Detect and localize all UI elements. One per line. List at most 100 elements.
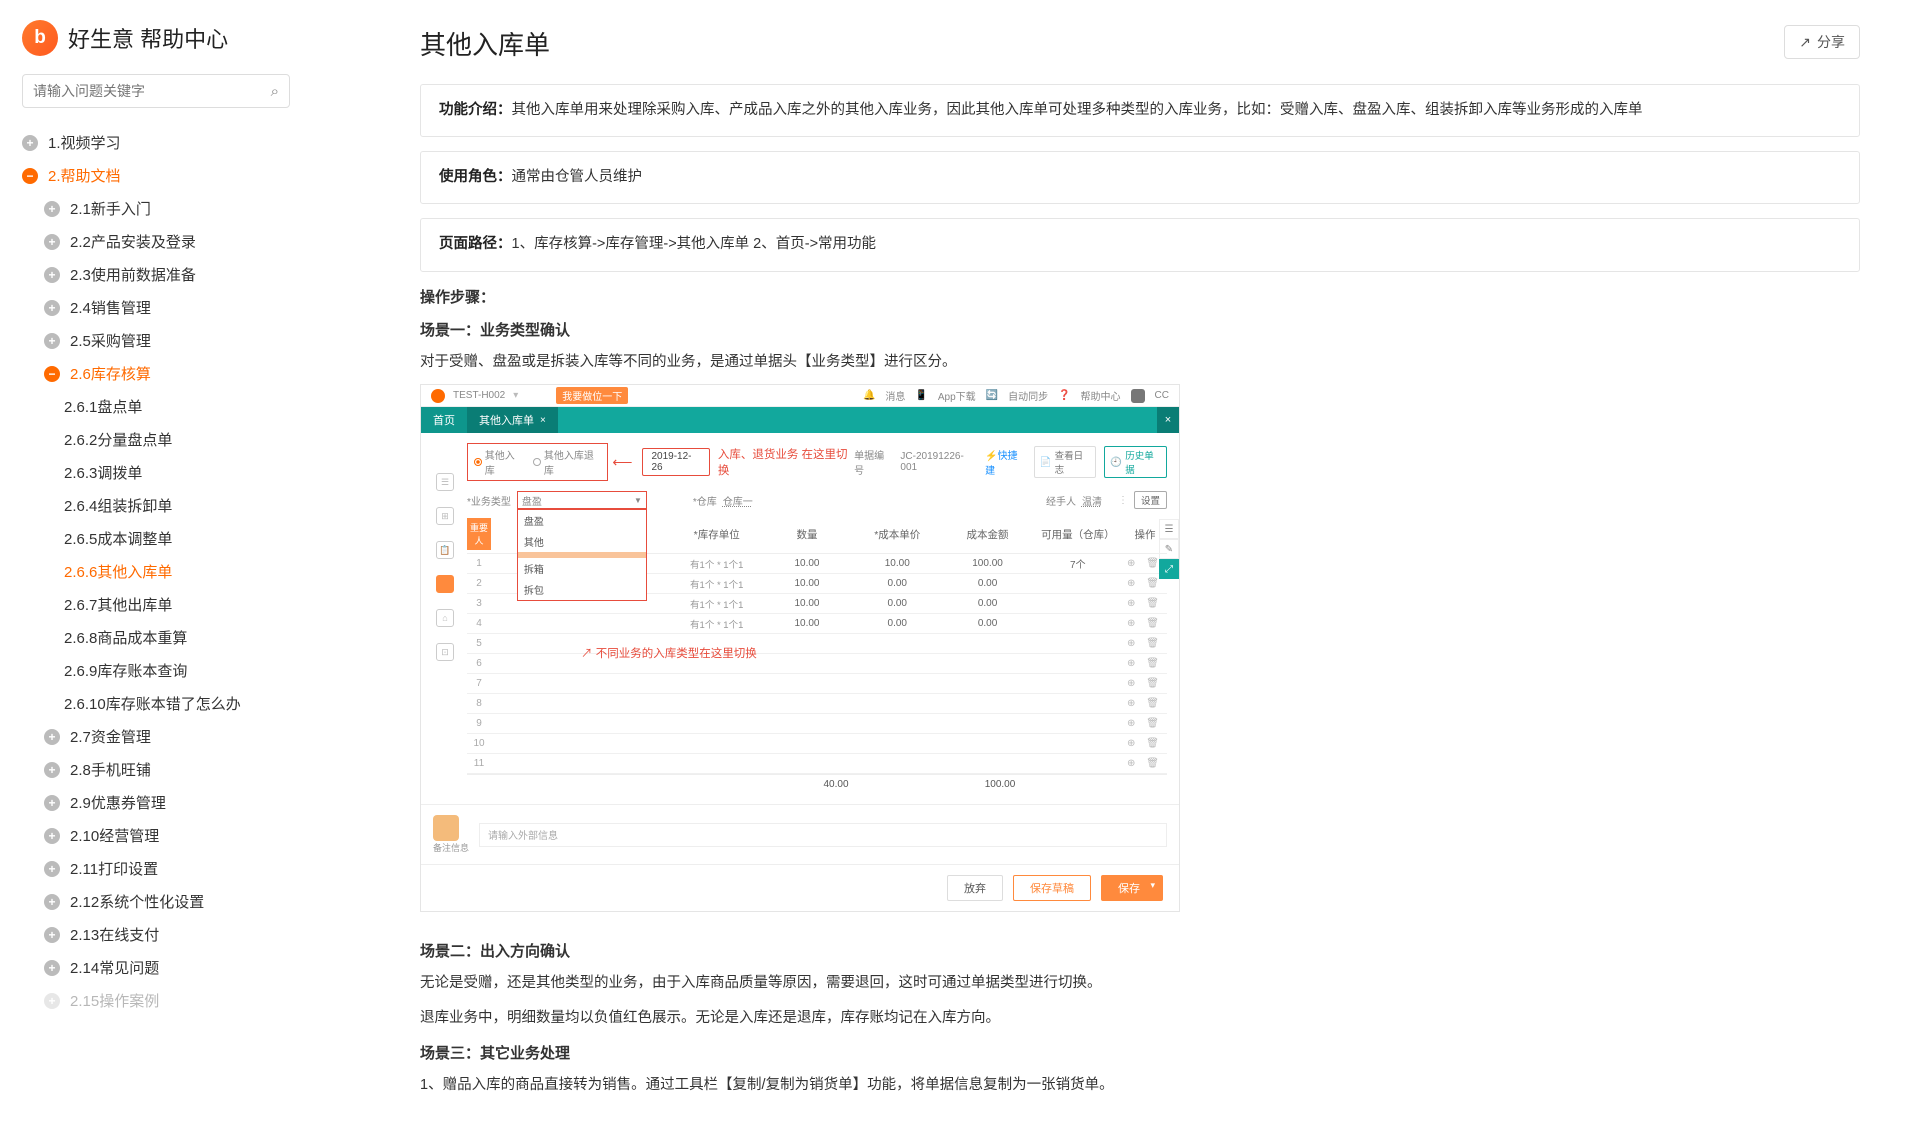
- nav-item-help-docs[interactable]: 2.帮助文档: [22, 159, 290, 192]
- table-row-empty: 5⊕ 🗑: [467, 634, 1167, 654]
- share-button[interactable]: ↗ 分享: [1784, 25, 1860, 59]
- table-row-empty: 8⊕ 🗑: [467, 694, 1167, 714]
- mock-footer: 放弃 保存草稿 保存: [421, 864, 1179, 911]
- nav-item[interactable]: 2.10经营管理: [22, 819, 290, 852]
- draft-button[interactable]: 保存草稿: [1013, 875, 1091, 901]
- warehouse-value[interactable]: 仓库一: [723, 493, 753, 508]
- nav-item[interactable]: 2.8手机旺铺: [22, 753, 290, 786]
- app-icon: 📱: [915, 390, 927, 401]
- nav-item[interactable]: 2.11打印设置: [22, 852, 290, 885]
- tool-icon-active[interactable]: [436, 575, 454, 593]
- mock-tab-active[interactable]: 其他入库单×: [467, 407, 558, 433]
- biz-type-select[interactable]: 盘盈 ▼ 盘盈 其他 拆箱 拆包: [517, 491, 647, 509]
- nav-item[interactable]: 2.9优惠券管理: [22, 786, 290, 819]
- nav-item[interactable]: 2.7资金管理: [22, 720, 290, 753]
- bill-type-radio-group: 其他入库 其他入库退库: [467, 443, 608, 481]
- warehouse-label: *仓库: [693, 493, 717, 508]
- dropdown-option[interactable]: 盘盈: [518, 510, 646, 531]
- dropdown-option[interactable]: 拆箱: [518, 558, 646, 579]
- table-row-empty: 6⊕ 🗑: [467, 654, 1167, 674]
- nav-item-video[interactable]: 1.视频学习: [22, 126, 290, 159]
- nav-item[interactable]: 2.5采购管理: [22, 324, 290, 357]
- sync-icon: 🔄: [986, 390, 998, 401]
- scene2-title: 场景二：出入方向确认: [420, 940, 1860, 961]
- nav-item[interactable]: 2.12系统个性化设置: [22, 885, 290, 918]
- nav-item[interactable]: 2.2产品安装及登录: [22, 225, 290, 258]
- date-field[interactable]: 2019-12-26: [642, 448, 709, 476]
- role-box: 使用角色：通常由仓管人员维护: [420, 151, 1860, 204]
- nav-item[interactable]: 2.4销售管理: [22, 291, 290, 324]
- th: *库存单位: [672, 527, 762, 542]
- remark-icon: [433, 815, 459, 841]
- remark-input[interactable]: 请输入外部信息: [479, 823, 1167, 847]
- side-icon-active[interactable]: ⤢: [1159, 559, 1179, 579]
- mock-tab-home[interactable]: 首页: [421, 407, 467, 433]
- nav-leaf[interactable]: 2.6.4组装拆卸单: [22, 489, 290, 522]
- nav-leaf[interactable]: 2.6.2分量盘点单: [22, 423, 290, 456]
- dropdown-option[interactable]: 拆包: [518, 579, 646, 600]
- mock-left-toolbar: ☰ ⊞ 📋 ⌂ ⊡: [433, 443, 457, 794]
- avatar: [1131, 389, 1145, 403]
- path-text: 1、库存核算->库存管理->其他入库单 2、首页->常用功能: [512, 236, 877, 252]
- embedded-screenshot: TEST-H002 ▾ 我要做位一下 🔔消息 📱App下载 🔄自动同步 ❓帮助中…: [420, 384, 1180, 912]
- search-input[interactable]: [33, 83, 271, 99]
- tool-icon[interactable]: ☰: [436, 473, 454, 491]
- nav-leaf[interactable]: 2.6.5成本调整单: [22, 522, 290, 555]
- role-label: 使用角色：: [439, 169, 512, 185]
- intro-box: 功能介绍：其他入库单用来处理除采购入库、产成品入库之外的其他入库业务，因此其他入…: [420, 84, 1860, 137]
- nav-item[interactable]: 2.3使用前数据准备: [22, 258, 290, 291]
- table-row-empty: 7⊕ 🗑: [467, 674, 1167, 694]
- path-label: 页面路径：: [439, 236, 512, 252]
- search-box[interactable]: ⌕: [22, 74, 290, 108]
- brand-logo-icon: b: [22, 20, 58, 56]
- th: 可用量（仓库）: [1033, 527, 1123, 542]
- th: *成本单价: [852, 527, 942, 542]
- tool-icon[interactable]: ⊞: [436, 507, 454, 525]
- nav-item[interactable]: 2.13在线支付: [22, 918, 290, 951]
- th: 重要人: [467, 518, 491, 550]
- total-qty: 40.00: [795, 779, 877, 790]
- nav-item[interactable]: 2.1新手入门: [22, 192, 290, 225]
- cancel-button[interactable]: 放弃: [947, 875, 1003, 901]
- mock-logo-icon: [431, 389, 445, 403]
- scene2-text2: 退库业务中，明细数量均以负值红色展示。无论是入库还是退库，库存账均记在入库方向。: [420, 1006, 1860, 1031]
- nav-leaf-current[interactable]: 2.6.6其他入库单: [22, 555, 290, 588]
- brand-title: 好生意 帮助中心: [68, 22, 228, 54]
- radio-other-in[interactable]: 其他入库: [474, 447, 523, 477]
- nav-leaf[interactable]: 2.6.1盘点单: [22, 390, 290, 423]
- nav-leaf[interactable]: 2.6.7其他出库单: [22, 588, 290, 621]
- dropdown-option[interactable]: 其他: [518, 531, 646, 552]
- mock-right-toolbar: ☰ ✎ ⤢: [1159, 519, 1179, 579]
- table-row-empty: 9⊕ 🗑: [467, 714, 1167, 734]
- biz-type-label: *业务类型: [467, 493, 511, 508]
- side-icon[interactable]: ☰: [1159, 519, 1179, 539]
- scene1-title: 场景一：业务类型确认: [420, 319, 1860, 340]
- tool-icon[interactable]: ⊡: [436, 643, 454, 661]
- nav-leaf[interactable]: 2.6.9库存账本查询: [22, 654, 290, 687]
- nav-item[interactable]: 2.15操作案例: [22, 984, 290, 1017]
- nav-item-inventory[interactable]: 2.6库存核算: [22, 357, 290, 390]
- tool-icon[interactable]: 📋: [436, 541, 454, 559]
- help-icon: ❓: [1058, 390, 1070, 401]
- nav-leaf[interactable]: 2.6.10库存账本错了怎么办: [22, 687, 290, 720]
- history-link[interactable]: 🕘历史单据: [1104, 446, 1167, 478]
- chevron-down-icon: ▼: [634, 496, 642, 505]
- shortcut-link[interactable]: ⚡快捷建: [985, 447, 1026, 477]
- log-link[interactable]: 📄查看日志: [1034, 446, 1097, 478]
- nav-item[interactable]: 2.14常见问题: [22, 951, 290, 984]
- intro-text: 其他入库单用来处理除采购入库、产成品入库之外的其他入库业务，因此其他入库单可处理…: [512, 102, 1643, 118]
- biz-type-dropdown: 盘盈 其他 拆箱 拆包: [517, 509, 647, 601]
- tool-icon[interactable]: ⌂: [436, 609, 454, 627]
- settings-button[interactable]: 设置: [1134, 491, 1167, 509]
- tabs-close-all[interactable]: ×: [1157, 407, 1179, 433]
- search-icon[interactable]: ⌕: [271, 83, 279, 100]
- nav-leaf[interactable]: 2.6.8商品成本重算: [22, 621, 290, 654]
- close-icon[interactable]: ×: [540, 415, 546, 426]
- save-button[interactable]: 保存: [1101, 875, 1163, 901]
- nav-leaf[interactable]: 2.6.3调拨单: [22, 456, 290, 489]
- path-box: 页面路径：1、库存核算->库存管理->其他入库单 2、首页->常用功能: [420, 218, 1860, 271]
- radio-other-return[interactable]: 其他入库退库: [533, 447, 601, 477]
- side-icon[interactable]: ✎: [1159, 539, 1179, 559]
- bell-icon: 🔔: [863, 390, 875, 401]
- scene3-text: 1、赠品入库的商品直接转为销售。通过工具栏【复制/复制为销货单】功能，将单据信息…: [420, 1073, 1860, 1098]
